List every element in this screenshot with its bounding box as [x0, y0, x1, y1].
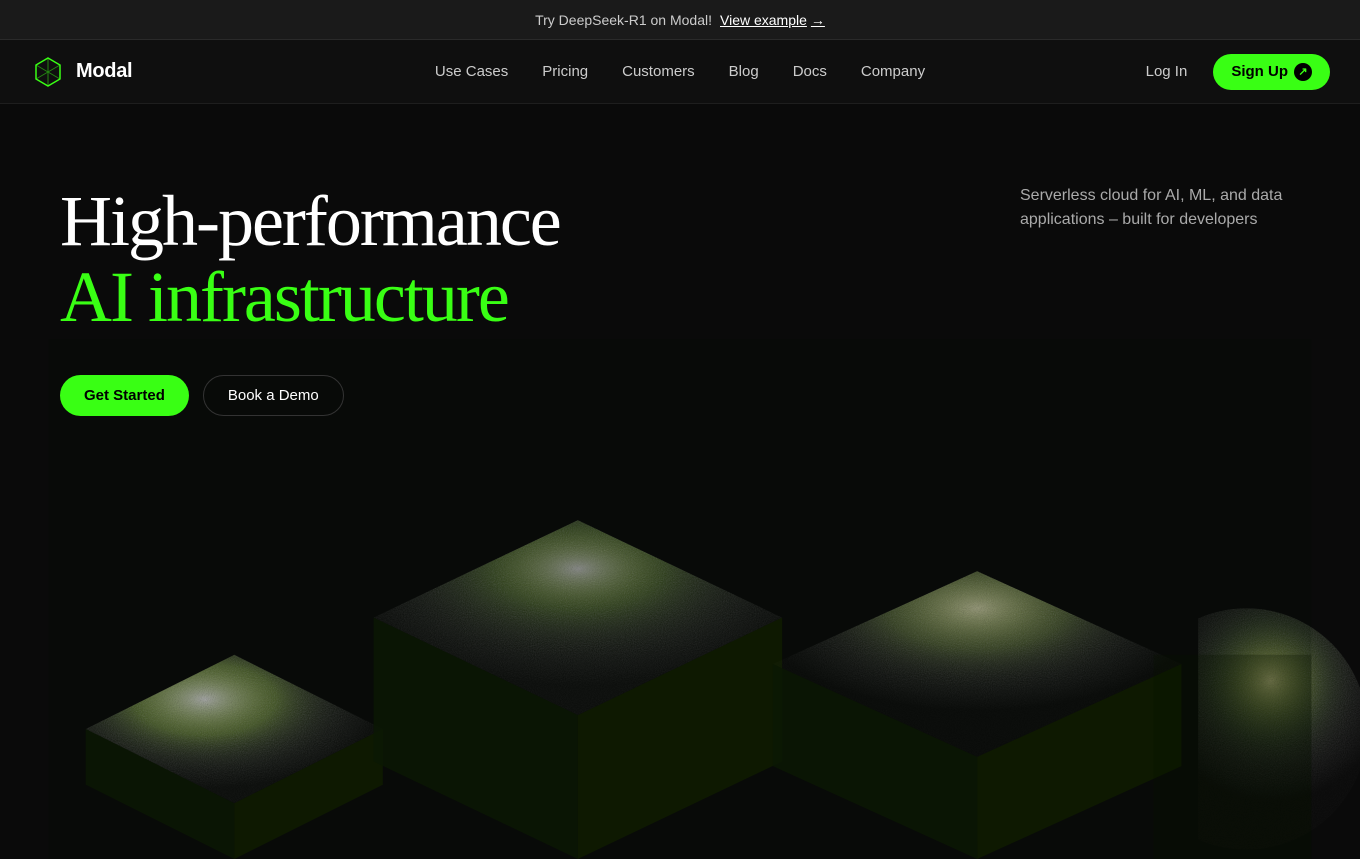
announcement-bar: Try DeepSeek-R1 on Modal! View example → — [0, 0, 1360, 40]
nav-links: Use Cases Pricing Customers Blog Docs Co… — [421, 55, 939, 88]
announcement-link-text: View example — [720, 12, 807, 28]
hero-section: High-performance AI infrastructure Get S… — [0, 104, 1360, 859]
arrow-icon: → — [811, 12, 825, 28]
announcement-text: Try DeepSeek-R1 on Modal! — [535, 12, 712, 28]
hero-subtitle: Serverless cloud for AI, ML, and data ap… — [1020, 184, 1300, 232]
nav-link-pricing[interactable]: Pricing — [528, 55, 602, 88]
announcement-link[interactable]: View example → — [720, 12, 825, 28]
book-demo-button[interactable]: Book a Demo — [203, 375, 344, 416]
logo-link[interactable]: Modal — [30, 54, 132, 90]
hero-text: High-performance AI infrastructure Get S… — [60, 184, 760, 416]
external-link-icon: ↗ — [1294, 63, 1312, 81]
nav-link-use-cases[interactable]: Use Cases — [421, 55, 522, 88]
get-started-button[interactable]: Get Started — [60, 375, 189, 416]
nav-link-company[interactable]: Company — [847, 55, 939, 88]
signup-label: Sign Up — [1231, 63, 1288, 80]
nav-link-docs[interactable]: Docs — [779, 55, 841, 88]
navbar: Modal Use Cases Pricing Customers Blog D… — [0, 40, 1360, 104]
logo-icon — [30, 54, 66, 90]
nav-left: Modal — [30, 54, 132, 90]
hero-buttons: Get Started Book a Demo — [60, 375, 760, 416]
logo-text: Modal — [76, 60, 132, 83]
hero-headline-white: High-performance AI infrastructure — [60, 184, 760, 335]
cubes-svg — [0, 339, 1360, 859]
nav-right: Log In Sign Up ↗ — [1132, 54, 1330, 90]
nav-link-blog[interactable]: Blog — [715, 55, 773, 88]
hero-illustration — [0, 339, 1360, 859]
login-button[interactable]: Log In — [1132, 55, 1202, 88]
signup-button[interactable]: Sign Up ↗ — [1213, 54, 1330, 90]
nav-link-customers[interactable]: Customers — [608, 55, 709, 88]
